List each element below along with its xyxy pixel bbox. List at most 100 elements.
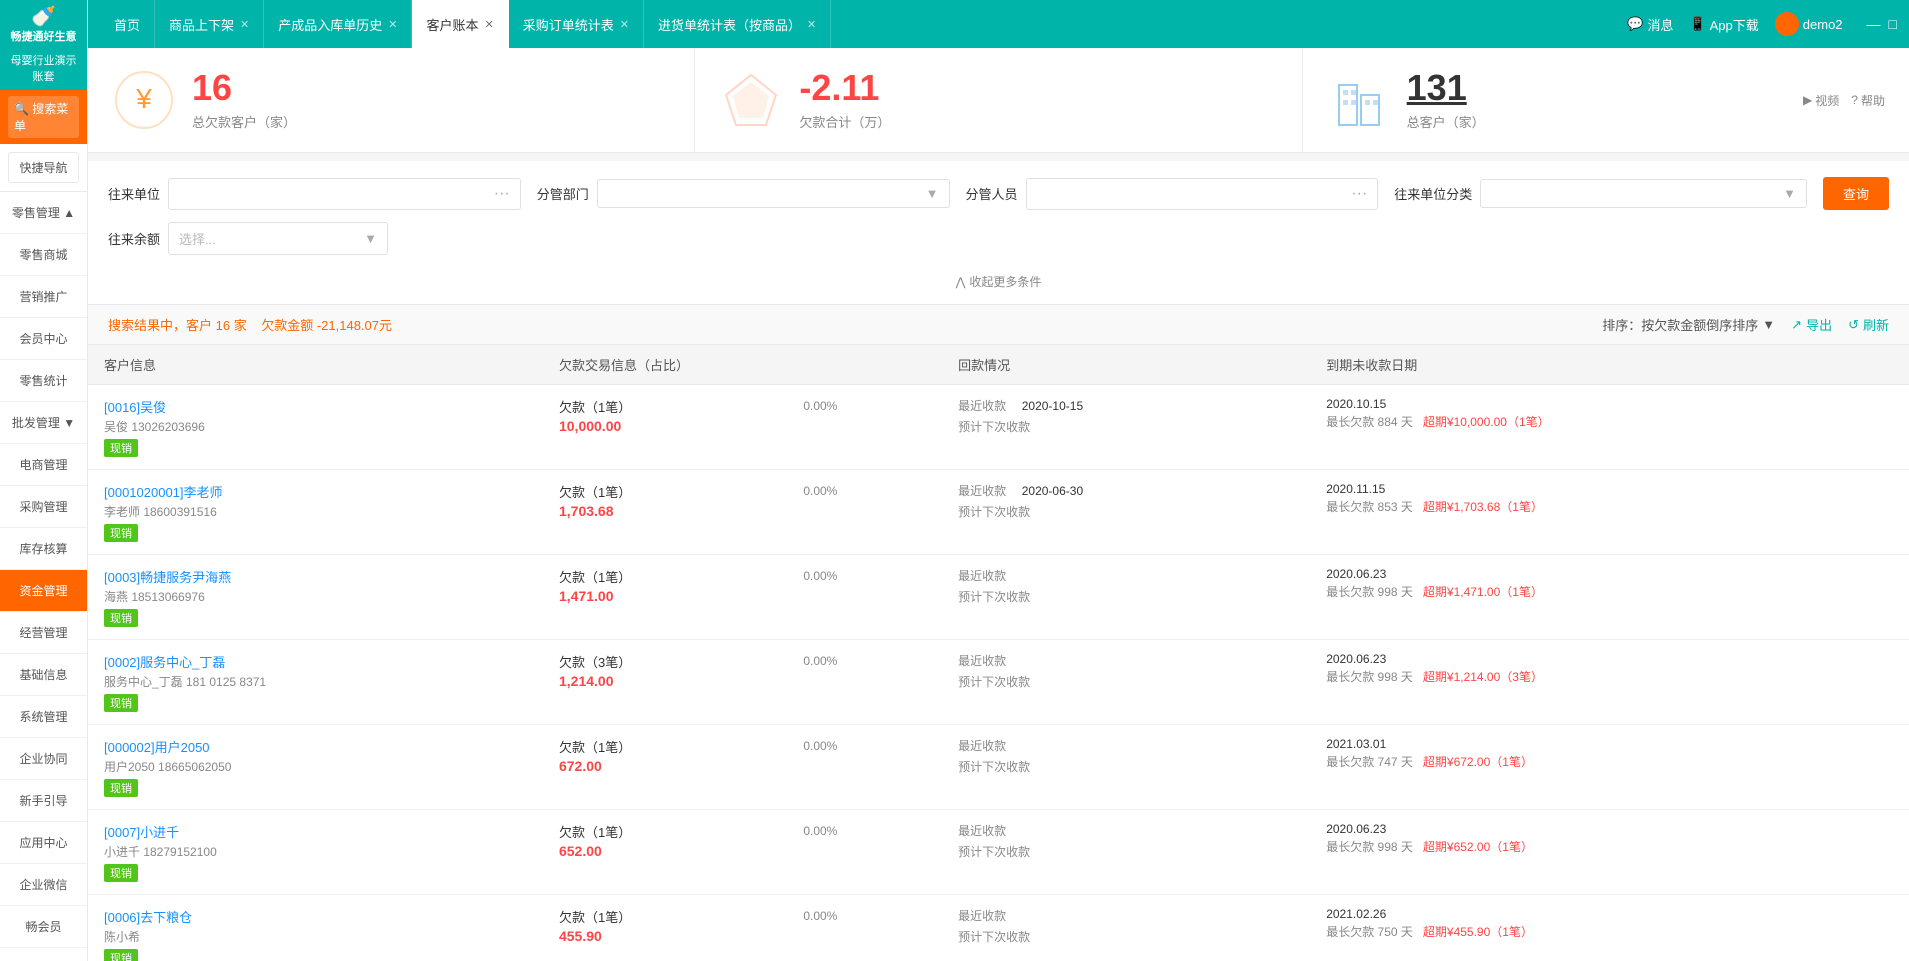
- sidebar-item-purchase[interactable]: 采购管理: [0, 486, 87, 528]
- filter-manager: 分管人员 ···: [966, 178, 1379, 210]
- customer-name-link[interactable]: [000002]用户2050: [104, 737, 527, 756]
- customer-name-link[interactable]: [0002]服务中心_丁磊: [104, 652, 527, 671]
- customer-name-link[interactable]: [0001020001]李老师: [104, 482, 527, 501]
- collapse-btn[interactable]: ⋀ 收起更多条件: [108, 267, 1889, 296]
- tab-purchase-product-stats[interactable]: 进货单统计表（按商品） ✕: [644, 0, 831, 48]
- sidebar-item-operations[interactable]: 经营管理: [0, 612, 87, 654]
- customer-name-link[interactable]: [0016]吴俊: [104, 397, 527, 416]
- debt-count-cell: 欠款（1笔） 455.90: [543, 895, 787, 961]
- purchase-label: 采购管理: [8, 498, 79, 515]
- tab-home[interactable]: 首页: [100, 0, 155, 48]
- sidebar-item-app-center[interactable]: 应用中心: [0, 822, 87, 864]
- table-row: [0006]去下粮仓 陈小希 现销 欠款（1笔） 455.90 0.00% 最近…: [88, 895, 1909, 961]
- customer-name-link[interactable]: [0007]小进千: [104, 822, 527, 841]
- overdue-amount-link[interactable]: 超期¥672.00（1笔）: [1423, 755, 1533, 769]
- sidebar-item-member[interactable]: 会员中心: [0, 318, 87, 360]
- avatar-icon: [1775, 12, 1799, 36]
- debt-percent: 0.00%: [803, 739, 926, 753]
- debt-count: 欠款（1笔）: [559, 482, 771, 501]
- sidebar-item-marketing[interactable]: 营销推广: [0, 276, 87, 318]
- export-btn[interactable]: ↗ 导出: [1791, 315, 1832, 334]
- filter-dept-select[interactable]: ▼: [597, 179, 950, 208]
- filter-balance-select[interactable]: 选择... ▼: [168, 222, 388, 255]
- sidebar-item-enterprise-collab[interactable]: 企业协同: [0, 738, 87, 780]
- sidebar-item-member-plus[interactable]: 畅会员: [0, 906, 87, 948]
- table-row: [0016]吴俊 吴俊 13026203696 现销 欠款（1笔） 10,000…: [88, 385, 1909, 470]
- sidebar-item-system[interactable]: 系统管理: [0, 696, 87, 738]
- recovery-next: 预计下次收款: [958, 758, 1294, 775]
- search-menu-btn[interactable]: 🔍 搜索菜单: [8, 96, 79, 138]
- debt-customers-label: 总欠款客户（家）: [192, 112, 670, 131]
- customer-info-cell: [0002]服务中心_丁磊 服务中心_丁磊 181 0125 8371 现销: [88, 640, 543, 725]
- due-date-cell: 2020.10.15 最长欠款 884 天 超期¥10,000.00（1笔）: [1310, 385, 1909, 470]
- filter-counterparty-input[interactable]: ···: [168, 178, 521, 210]
- customer-tag: 现销: [104, 694, 138, 712]
- minimize-btn[interactable]: —: [1867, 16, 1881, 32]
- user-avatar[interactable]: demo2: [1775, 12, 1843, 36]
- debt-count-cell: 欠款（3笔） 1,214.00: [543, 640, 787, 725]
- tab-close-product-listing[interactable]: ✕: [240, 18, 249, 31]
- overdue-amount-link[interactable]: 超期¥455.90（1笔）: [1423, 925, 1533, 939]
- debt-count: 欠款（3笔）: [559, 652, 771, 671]
- refresh-icon: ↺: [1848, 317, 1859, 333]
- tab-production-history[interactable]: 产成品入库单历史 ✕: [264, 0, 412, 48]
- wechat-label: 企业微信: [8, 876, 79, 893]
- category-arrow-icon: ▼: [1783, 186, 1796, 201]
- filter-dept: 分管部门 ▼: [537, 179, 950, 208]
- filter-category-select[interactable]: ▼: [1480, 179, 1807, 208]
- app-download-btn[interactable]: 📱 App下载: [1689, 15, 1758, 34]
- app-icon: 📱: [1689, 16, 1705, 32]
- sidebar-item-newbie-guide[interactable]: 新手引导: [0, 780, 87, 822]
- sort-btn[interactable]: 排序：按欠款金额倒序排序 ▼: [1602, 315, 1775, 334]
- overdue-amount-link[interactable]: 超期¥1,214.00（3笔）: [1423, 670, 1543, 684]
- sidebar-item-retail-stats[interactable]: 零售统计: [0, 360, 87, 402]
- filter-manager-label: 分管人员: [966, 184, 1018, 203]
- sidebar-item-retail-mall[interactable]: 零售商城: [0, 234, 87, 276]
- debt-count: 欠款（1笔）: [559, 822, 771, 841]
- filter-area: 往来单位 ··· 分管部门 ▼ 分管人员: [88, 161, 1909, 304]
- sidebar-item-basic-info[interactable]: 基础信息: [0, 654, 87, 696]
- quick-nav-btn[interactable]: 快捷导航: [8, 152, 79, 183]
- recovery-next: 预计下次收款: [958, 843, 1294, 860]
- tab-close-purchase[interactable]: ✕: [620, 18, 629, 31]
- sidebar-item-wholesale-mgmt[interactable]: 批发管理 ▼: [0, 402, 87, 444]
- overdue-amount-link[interactable]: 超期¥10,000.00（1笔）: [1423, 415, 1550, 429]
- svg-text:¥: ¥: [135, 83, 152, 114]
- tab-close-production[interactable]: ✕: [388, 18, 397, 31]
- tab-close-purchase-product[interactable]: ✕: [807, 18, 816, 31]
- overdue-days: 最长欠款 998 天 超期¥652.00（1笔）: [1326, 838, 1893, 855]
- overdue-date: 2021.02.26: [1326, 907, 1893, 921]
- help-btn[interactable]: ? 帮助: [1851, 92, 1885, 109]
- filter-manager-input[interactable]: ···: [1026, 178, 1379, 210]
- dept-arrow-icon: ▼: [926, 186, 939, 201]
- recovery-cell: 最近收款 预计下次收款: [942, 555, 1310, 640]
- debt-count-cell: 欠款（1笔） 1,471.00: [543, 555, 787, 640]
- sidebar-item-ecommerce[interactable]: 电商管理: [0, 444, 87, 486]
- message-btn[interactable]: 💬 消息: [1627, 15, 1673, 34]
- tab-product-listing[interactable]: 商品上下架 ✕: [155, 0, 264, 48]
- app-logo[interactable]: 🍼 畅捷通好生意: [0, 0, 87, 48]
- overdue-amount-link[interactable]: 超期¥652.00（1笔）: [1423, 840, 1533, 854]
- overdue-amount-link[interactable]: 超期¥1,703.68（1笔）: [1423, 500, 1543, 514]
- customer-name-link[interactable]: [0006]去下粮仓: [104, 907, 527, 926]
- customer-name-link[interactable]: [0003]畅捷服务尹海燕: [104, 567, 527, 586]
- tab-customer-account[interactable]: 客户账本 ✕: [412, 0, 508, 48]
- debt-percent: 0.00%: [803, 484, 926, 498]
- overdue-amount-link[interactable]: 超期¥1,471.00（1笔）: [1423, 585, 1543, 599]
- tab-purchase-stats[interactable]: 采购订单统计表 ✕: [509, 0, 644, 48]
- refresh-btn[interactable]: ↺ 刷新: [1848, 315, 1889, 334]
- maximize-btn[interactable]: □: [1889, 16, 1897, 32]
- tab-close-customer[interactable]: ✕: [485, 18, 494, 31]
- stat-info-debt-total: -2.11 欠款合计（万）: [799, 70, 1277, 131]
- overdue-days: 最长欠款 747 天 超期¥672.00（1笔）: [1326, 753, 1893, 770]
- sidebar-item-retail-mgmt[interactable]: 零售管理 ▲: [0, 192, 87, 234]
- customer-tag: 现销: [104, 439, 138, 457]
- sidebar-item-wechat[interactable]: 企业微信: [0, 864, 87, 906]
- table-row: [0003]畅捷服务尹海燕 海燕 18513066976 现销 欠款（1笔） 1…: [88, 555, 1909, 640]
- sidebar-item-finance[interactable]: 资金管理: [0, 570, 87, 612]
- video-btn[interactable]: ▶ 视频: [1803, 92, 1839, 109]
- member-plus-label: 畅会员: [8, 918, 79, 935]
- search-btn[interactable]: 查询: [1823, 177, 1889, 210]
- sidebar-item-inventory[interactable]: 库存核算: [0, 528, 87, 570]
- logo-text: 畅捷通好生意: [11, 31, 77, 43]
